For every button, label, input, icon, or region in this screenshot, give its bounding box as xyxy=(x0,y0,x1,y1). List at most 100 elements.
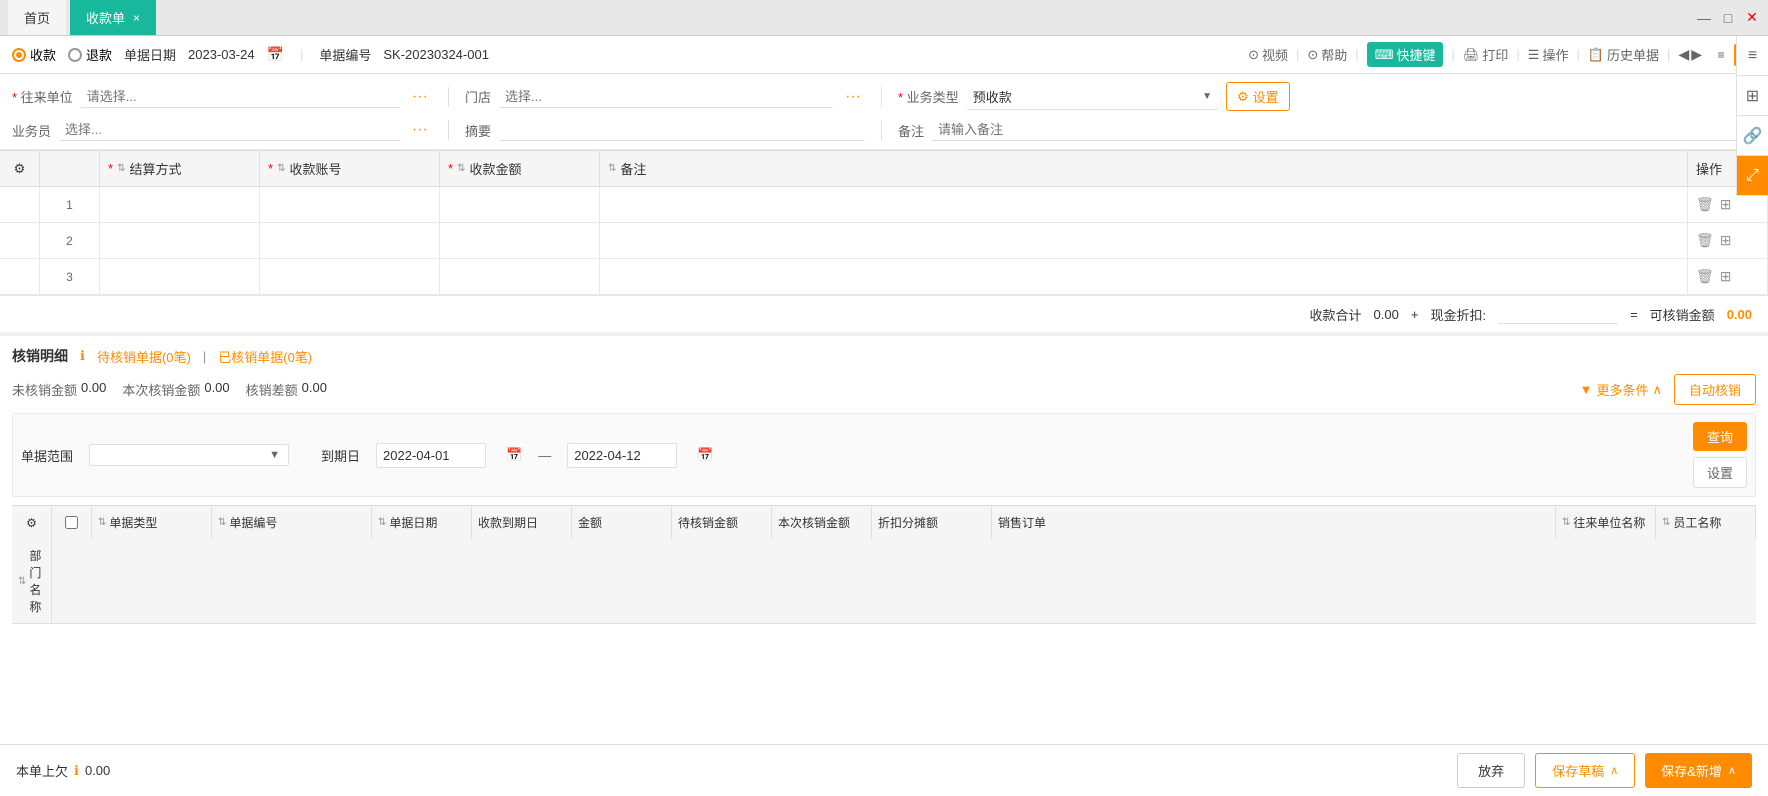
save-new-arrow-icon: ∧ xyxy=(1728,764,1736,777)
right-icon-link[interactable]: 🔗 xyxy=(1737,116,1768,156)
radio-refund-label: 退款 xyxy=(86,45,112,64)
help-link[interactable]: ⊙ 帮助 xyxy=(1307,45,1347,64)
sort-bth-partner[interactable]: ⇅ xyxy=(1562,517,1570,528)
sort-bth-dept[interactable]: ⇅ xyxy=(18,576,26,587)
salesperson-more-btn[interactable]: ··· xyxy=(408,121,432,139)
discount-input[interactable] xyxy=(1498,304,1618,324)
row-3-copy-icon[interactable]: ⊞ xyxy=(1720,268,1732,285)
tab-close-icon[interactable]: × xyxy=(133,11,140,25)
action-sep2: | xyxy=(1355,47,1358,62)
range-arrow-icon: ▼ xyxy=(269,449,280,461)
radio-receipt[interactable]: 收款 xyxy=(12,45,56,64)
row-1-amount[interactable] xyxy=(440,187,600,223)
th-action-label: 操作 xyxy=(1696,159,1722,178)
list-view-btn[interactable]: ≡ xyxy=(1710,44,1732,66)
abandon-button[interactable]: 放弃 xyxy=(1457,753,1525,788)
sort-bth-number[interactable]: ⇅ xyxy=(218,517,226,528)
video-icon: ⊙ xyxy=(1248,47,1259,63)
sort-bth-date[interactable]: ⇅ xyxy=(378,517,386,528)
sort-amount-icon[interactable]: ⇅ xyxy=(457,163,465,174)
prev-arrow[interactable]: ◀ xyxy=(1678,46,1689,63)
row-3-account[interactable] xyxy=(260,259,440,295)
hexiao-pending-tab[interactable]: 待核销单据(0笔) xyxy=(97,347,191,366)
filter-settings-button[interactable]: 设置 xyxy=(1693,457,1747,488)
keyboard-icon: ⌨ xyxy=(1375,47,1394,63)
th-amount-label: 收款金额 xyxy=(469,159,521,178)
close-button[interactable]: ✕ xyxy=(1744,10,1760,26)
tab-home[interactable]: 首页 xyxy=(8,0,66,35)
unchecked-value: 0.00 xyxy=(81,380,106,399)
right-icon-2[interactable]: ⊞ xyxy=(1737,76,1768,116)
date-end-input[interactable] xyxy=(567,443,677,468)
radio-refund[interactable]: 退款 xyxy=(68,45,112,64)
table-settings-icon: ⚙ xyxy=(14,161,26,177)
calendar-end-icon[interactable]: 📅 xyxy=(697,447,713,463)
row-2-amount[interactable] xyxy=(440,223,600,259)
row-3-delete-icon[interactable]: 🗑 xyxy=(1696,268,1714,285)
select-all-checkbox[interactable] xyxy=(65,516,78,529)
row-2-copy-icon[interactable]: ⊞ xyxy=(1720,232,1732,249)
row-3-amount[interactable] xyxy=(440,259,600,295)
right-icon-expand[interactable]: ⤢ xyxy=(1737,156,1768,196)
next-arrow[interactable]: ▶ xyxy=(1691,46,1702,63)
print-link[interactable]: 🖨 打印 xyxy=(1463,45,1509,64)
shortcut-button[interactable]: ⌨ 快捷键 xyxy=(1367,42,1444,67)
date-start-input[interactable] xyxy=(376,443,486,468)
shop-more-btn[interactable]: ··· xyxy=(841,88,865,106)
tab-bar: 首页 收款单 × — □ ✕ xyxy=(0,0,1768,36)
more-filter-link[interactable]: ▼ 更多条件 ∧ xyxy=(1580,380,1662,399)
sort-account-icon[interactable]: ⇅ xyxy=(277,163,285,174)
row-2-account[interactable] xyxy=(260,223,440,259)
auto-hexiao-button[interactable]: 自动核销 xyxy=(1674,374,1756,405)
main-container: 收款 退款 单据日期 2023-03-24 📅 | 单据编号 SK-202303… xyxy=(0,36,1768,796)
maximize-button[interactable]: □ xyxy=(1720,10,1736,26)
hexiao-info-icon[interactable]: ℹ xyxy=(80,348,85,364)
row-2-delete-icon[interactable]: 🗑 xyxy=(1696,232,1714,249)
row-1-settlement[interactable] xyxy=(100,187,260,223)
row-3-action-icons: 🗑 ⊞ xyxy=(1696,268,1732,285)
tab-current[interactable]: 收款单 × xyxy=(70,0,156,35)
form-row-1: 往来单位 ··· 门店 ··· 业务类型 预收款 ▼ xyxy=(12,82,1756,111)
hexiao-done-tab[interactable]: 已核销单据(0笔) xyxy=(218,347,312,366)
range-select[interactable]: ▼ xyxy=(89,444,289,466)
number-label: 单据编号 xyxy=(319,45,371,64)
bth-checkbox[interactable] xyxy=(52,506,92,539)
sort-bth-type[interactable]: ⇅ xyxy=(98,517,106,528)
remark-input[interactable] xyxy=(932,119,1756,141)
row-1-delete-icon[interactable]: 🗑 xyxy=(1696,196,1714,213)
row-1-remark[interactable] xyxy=(600,187,1688,223)
right-icon-1[interactable]: ≡ xyxy=(1737,36,1768,76)
row-1-copy-icon[interactable]: ⊞ xyxy=(1720,196,1732,213)
row-2-settlement[interactable] xyxy=(100,223,260,259)
auto-hexiao-label: 自动核销 xyxy=(1689,383,1741,398)
row-3-settlement[interactable] xyxy=(100,259,260,295)
query-button[interactable]: 查询 xyxy=(1693,422,1747,451)
video-link[interactable]: ⊙ 视频 xyxy=(1248,45,1288,64)
bth-settings[interactable]: ⚙ xyxy=(12,506,52,539)
history-link[interactable]: 📋 历史单据 xyxy=(1588,45,1659,64)
row-2-remark[interactable] xyxy=(600,223,1688,259)
sort-remark-icon[interactable]: ⇅ xyxy=(608,163,616,174)
save-new-button[interactable]: 保存&新增 ∧ xyxy=(1645,753,1752,788)
business-select[interactable]: 预收款 ▼ xyxy=(967,84,1218,110)
row-1-account[interactable] xyxy=(260,187,440,223)
partner-more-btn[interactable]: ··· xyxy=(408,88,432,106)
operation-link[interactable]: ☰ 操作 xyxy=(1528,45,1569,64)
th-settings[interactable]: ⚙ xyxy=(0,151,40,186)
partner-input[interactable] xyxy=(81,86,400,108)
table-row-3: 3 🗑 ⊞ xyxy=(0,259,1768,295)
calendar-icon[interactable]: 📅 xyxy=(267,46,284,63)
salesperson-input[interactable] xyxy=(59,119,400,141)
minimize-button[interactable]: — xyxy=(1696,10,1712,26)
business-arrow-icon: ▼ xyxy=(1202,91,1212,102)
bottom-info-icon[interactable]: ℹ xyxy=(74,763,79,779)
summary-input[interactable] xyxy=(499,119,865,141)
sort-settlement-icon[interactable]: ⇅ xyxy=(117,163,125,174)
radio-refund-dot xyxy=(68,48,82,62)
calendar-start-icon[interactable]: 📅 xyxy=(506,447,522,463)
save-draft-button[interactable]: 保存草稿 ∧ xyxy=(1535,753,1635,788)
shop-input[interactable] xyxy=(499,86,833,108)
settings-button[interactable]: ⚙ 设置 xyxy=(1226,82,1290,111)
row-3-remark[interactable] xyxy=(600,259,1688,295)
sort-bth-employee[interactable]: ⇅ xyxy=(1662,517,1670,528)
